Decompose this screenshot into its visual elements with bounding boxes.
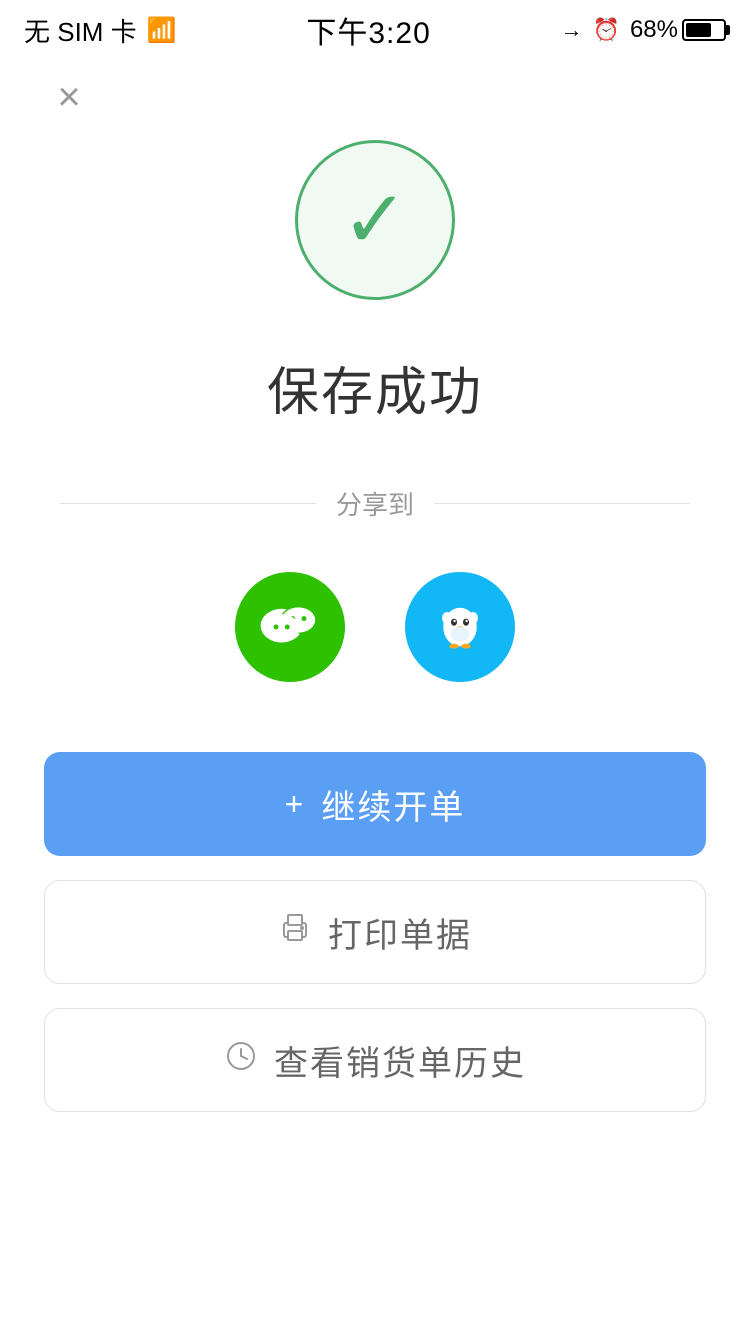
plus-icon: + — [285, 786, 306, 823]
share-divider: 分享到 — [0, 485, 750, 522]
continue-order-label: 继续开单 — [321, 780, 465, 829]
share-label: 分享到 — [316, 485, 434, 522]
status-right: → ⏰ 68% — [561, 16, 726, 44]
success-circle: ✓ — [295, 140, 455, 300]
divider-left — [60, 503, 316, 504]
qq-icon — [430, 597, 490, 657]
battery-fill — [686, 23, 711, 37]
print-label: 打印单据 — [328, 908, 472, 957]
action-buttons: + 继续开单 打印单据 — [0, 752, 750, 1112]
status-left: 无 SIM 卡 📶 — [24, 12, 177, 49]
qq-share-button[interactable] — [405, 572, 515, 682]
divider-right — [434, 503, 690, 504]
clock-icon — [224, 1039, 258, 1081]
alarm-icon: ⏰ — [593, 17, 620, 43]
wifi-icon: 📶 — [147, 16, 177, 45]
location-icon: → — [561, 17, 583, 43]
view-history-button[interactable]: 查看销货单历史 — [44, 1008, 706, 1112]
battery-container: 68% — [630, 16, 726, 44]
success-title: 保存成功 — [267, 350, 483, 425]
battery-icon — [682, 19, 726, 41]
wechat-icon — [255, 592, 325, 662]
print-button[interactable]: 打印单据 — [44, 880, 706, 984]
sim-status: 无 SIM 卡 — [24, 12, 137, 49]
continue-order-button[interactable]: + 继续开单 — [44, 752, 706, 856]
share-icons — [235, 572, 515, 682]
printer-icon — [278, 911, 312, 953]
battery-text: 68% — [630, 16, 678, 44]
status-time: 下午3:20 — [306, 8, 430, 52]
status-bar: 无 SIM 卡 📶 下午3:20 → ⏰ 68% — [0, 0, 750, 60]
close-button[interactable]: × — [44, 72, 94, 122]
checkmark-icon: ✓ — [341, 180, 408, 260]
view-history-label: 查看销货单历史 — [274, 1036, 526, 1085]
close-icon: × — [57, 77, 80, 117]
wechat-share-button[interactable] — [235, 572, 345, 682]
main-content: ✓ 保存成功 分享到 — [0, 60, 750, 1112]
